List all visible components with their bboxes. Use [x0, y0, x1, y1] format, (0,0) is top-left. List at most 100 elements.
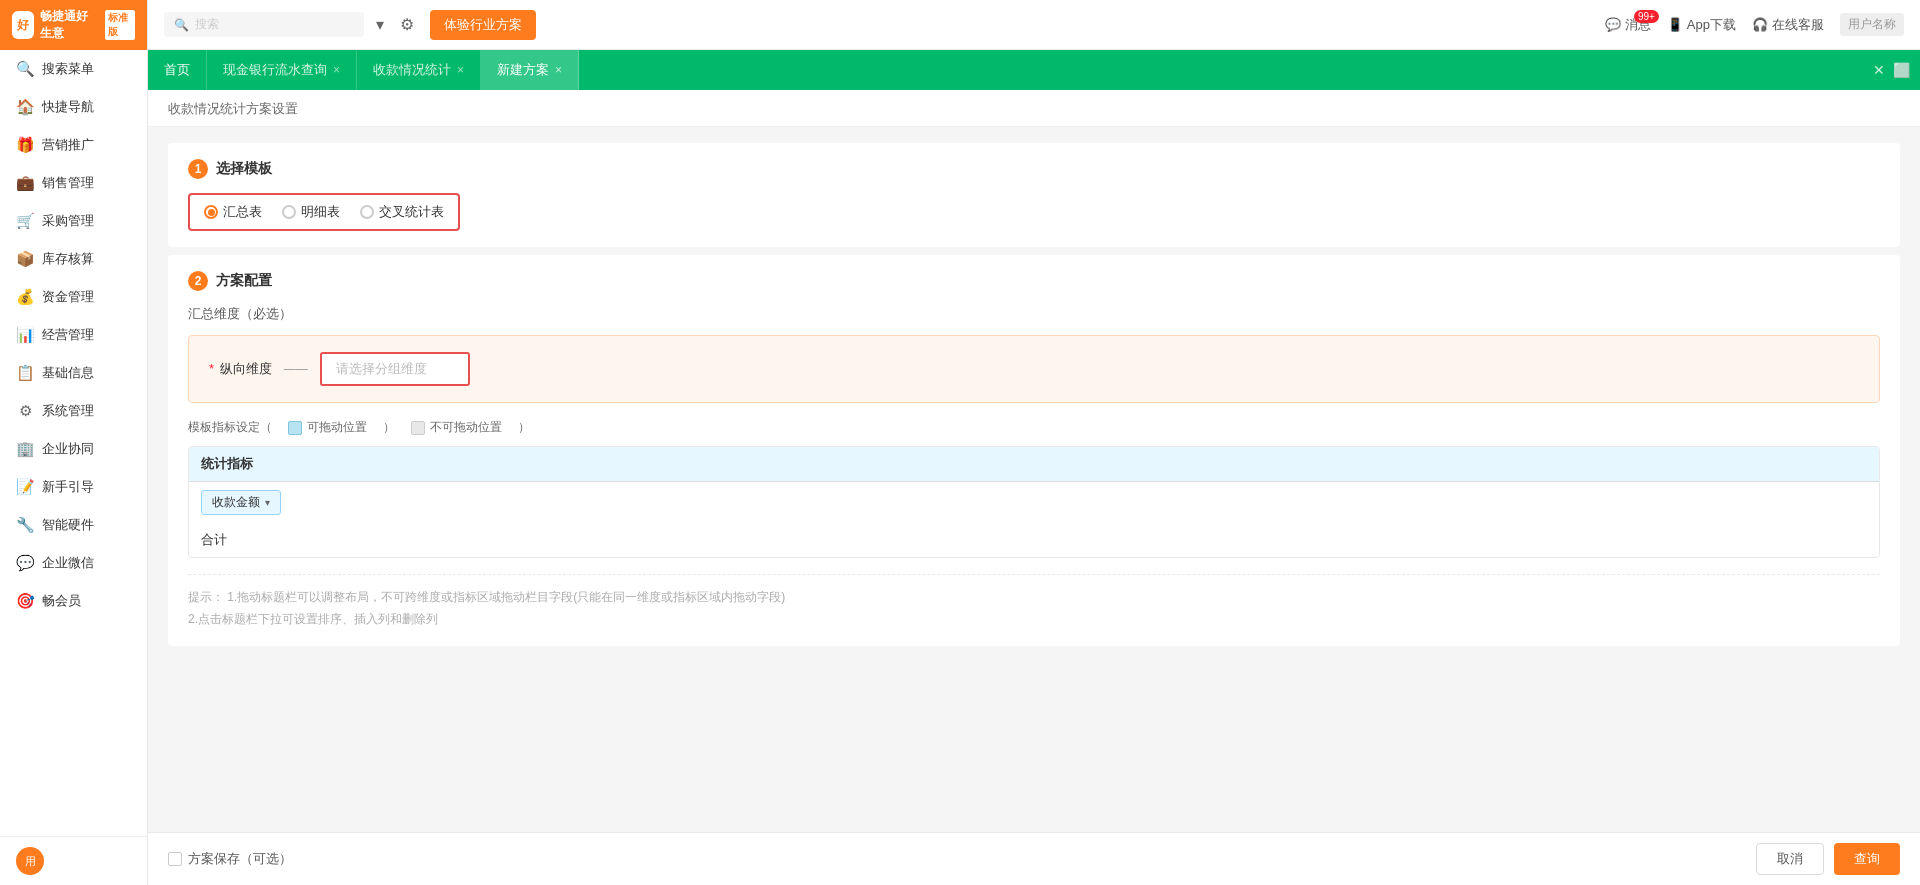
- sidebar-item-label: 库存核算: [42, 250, 94, 268]
- content-area: 收款情况统计方案设置 1 选择模板 汇总表 明细表: [148, 90, 1920, 885]
- sidebar-item-inventory[interactable]: 📦 库存核算: [0, 240, 147, 278]
- sidebar-item-finance[interactable]: 💰 资金管理: [0, 278, 147, 316]
- sidebar-item-member[interactable]: 🎯 畅会员: [0, 582, 147, 620]
- sidebar-item-marketing[interactable]: 🎁 营销推广: [0, 126, 147, 164]
- sidebar-item-wechat[interactable]: 💬 企业微信: [0, 544, 147, 582]
- legend-nodrag-label: 不可拖动位置: [430, 419, 502, 436]
- tab-home-label: 首页: [164, 61, 190, 79]
- search-placeholder: 搜索: [195, 16, 219, 33]
- legend-draggable: 可拖动位置: [288, 419, 367, 436]
- sidebar-item-label: 销售管理: [42, 174, 94, 192]
- query-button[interactable]: 查询: [1834, 843, 1900, 875]
- template-radio-group: 汇总表 明细表 交叉统计表: [188, 193, 460, 231]
- radio-detail-label: 明细表: [301, 203, 340, 221]
- logo-icon: 好: [12, 11, 34, 39]
- tab-right-controls: ✕ ⬜: [1863, 50, 1920, 90]
- sidebar-item-collab[interactable]: 🏢 企业协同: [0, 430, 147, 468]
- save-label: 方案保存（可选）: [188, 850, 292, 868]
- sidebar-item-hardware[interactable]: 🔧 智能硬件: [0, 506, 147, 544]
- main-area: 🔍 搜索 ▾ ⚙ 体验行业方案 💬 消息 99+ 📱 App下载 🎧 在线客服 …: [148, 0, 1920, 885]
- tips-line-1: 提示： 1.拖动标题栏可以调整布局，不可跨维度或指标区域拖动栏目字段(只能在同一…: [188, 587, 1880, 609]
- online-service-button[interactable]: 🎧 在线客服: [1752, 16, 1824, 34]
- sidebar-item-basic[interactable]: 📋 基础信息: [0, 354, 147, 392]
- sidebar-item-guide[interactable]: 📝 新手引导: [0, 468, 147, 506]
- tab-collection-label: 收款情况统计: [373, 61, 451, 79]
- step1-header: 1 选择模板: [188, 159, 1880, 179]
- radio-summary[interactable]: 汇总表: [204, 203, 262, 221]
- service-label: 在线客服: [1772, 16, 1824, 34]
- indicator-header: 统计指标: [189, 447, 1879, 482]
- step1-num: 1: [188, 159, 208, 179]
- breadcrumb: 收款情况统计方案设置: [168, 100, 1900, 126]
- legend-separator: ）: [383, 419, 395, 436]
- indicator-tag-amount[interactable]: 收款金额 ▾: [201, 490, 281, 515]
- legend-nodrag: 不可拖动位置: [411, 419, 502, 436]
- sidebar-item-system[interactable]: ⚙ 系统管理: [0, 392, 147, 430]
- sidebar-item-label: 资金管理: [42, 288, 94, 306]
- dimension-select[interactable]: 请选择分组维度: [320, 352, 470, 386]
- topbar-dropdown-button[interactable]: ▾: [376, 15, 384, 34]
- tab-collection[interactable]: 收款情况统计 ×: [357, 50, 481, 90]
- tab-close-window-button[interactable]: ✕: [1873, 62, 1885, 78]
- logo-text: 畅捷通好生意: [40, 8, 97, 42]
- tab-home[interactable]: 首页: [148, 50, 207, 90]
- tips-line-2: 2.点击标题栏下拉可设置排序、插入列和删除列: [188, 609, 1880, 631]
- sidebar-item-search[interactable]: 🔍 搜索菜单: [0, 50, 147, 88]
- radio-detail[interactable]: 明细表: [282, 203, 340, 221]
- sidebar-item-label: 智能硬件: [42, 516, 94, 534]
- home-icon: 🏠: [16, 98, 34, 116]
- sidebar-item-sales[interactable]: 💼 销售管理: [0, 164, 147, 202]
- sidebar-item-label: 快捷导航: [42, 98, 94, 116]
- indicator-cell-1: 收款金额 ▾: [189, 482, 293, 523]
- tab-collection-close[interactable]: ×: [457, 63, 464, 77]
- tab-cash-bank-label: 现金银行流水查询: [223, 61, 327, 79]
- tool-icon: 🔧: [16, 516, 34, 534]
- step2-section: 2 方案配置 汇总维度（必选） * 纵向维度 —— 请选择分组维度: [168, 255, 1900, 646]
- tabbar: 首页 现金银行流水查询 × 收款情况统计 × 新建方案 × ✕ ⬜: [148, 50, 1920, 90]
- dimension-area: * 纵向维度 —— 请选择分组维度: [188, 335, 1880, 403]
- sidebar-item-nav[interactable]: 🏠 快捷导航: [0, 88, 147, 126]
- footer-save-option: 方案保存（可选）: [168, 850, 292, 868]
- step2-header: 2 方案配置: [188, 271, 1880, 291]
- sidebar-item-purchase[interactable]: 🛒 采购管理: [0, 202, 147, 240]
- nodrag-icon: [411, 421, 425, 435]
- sidebar-item-label: 新手引导: [42, 478, 94, 496]
- user-info: 用户名称: [1840, 13, 1904, 36]
- sidebar-item-label: 经营管理: [42, 326, 94, 344]
- radio-crosstab[interactable]: 交叉统计表: [360, 203, 444, 221]
- cancel-button[interactable]: 取消: [1756, 843, 1824, 875]
- topbar-search-box[interactable]: 🔍 搜索: [164, 12, 364, 37]
- legend-drag-label: 可拖动位置: [307, 419, 367, 436]
- indicator-table: 统计指标 收款金额 ▾ 合计: [188, 446, 1880, 558]
- radio-summary-label: 汇总表: [223, 203, 262, 221]
- tab-new-plan[interactable]: 新建方案 ×: [481, 50, 579, 90]
- step1-section: 1 选择模板 汇总表 明细表 交叉统计表: [168, 143, 1900, 247]
- tab-maximize-button[interactable]: ⬜: [1893, 62, 1910, 78]
- indicator-header-cell: 统计指标: [189, 447, 265, 481]
- tab-cash-bank-close[interactable]: ×: [333, 63, 340, 77]
- sidebar-item-label: 采购管理: [42, 212, 94, 230]
- clipboard-icon: 📋: [16, 364, 34, 382]
- settings-icon[interactable]: ⚙: [400, 15, 414, 34]
- tab-new-plan-close[interactable]: ×: [555, 63, 562, 77]
- save-checkbox[interactable]: [168, 852, 182, 866]
- indicator-data-row-1: 收款金额 ▾: [189, 482, 1879, 523]
- service-icon: 🎧: [1752, 17, 1768, 32]
- sidebar-item-operations[interactable]: 📊 经营管理: [0, 316, 147, 354]
- tab-cash-bank[interactable]: 现金银行流水查询 ×: [207, 50, 357, 90]
- notification-button[interactable]: 💬 消息 99+: [1605, 16, 1651, 34]
- gift-icon: 🎁: [16, 136, 34, 154]
- avatar: 用: [16, 847, 44, 875]
- topbar: 🔍 搜索 ▾ ⚙ 体验行业方案 💬 消息 99+ 📱 App下载 🎧 在线客服 …: [148, 0, 1920, 50]
- notif-badge: 99+: [1634, 10, 1659, 23]
- footer-bar: 方案保存（可选） 取消 查询: [148, 832, 1920, 885]
- dimension-row: * 纵向维度 —— 请选择分组维度: [209, 352, 1859, 386]
- indicator-data-row-2: 合计: [189, 523, 1879, 557]
- download-label: App下载: [1687, 16, 1736, 34]
- sidebar-item-label: 基础信息: [42, 364, 94, 382]
- indicator-settings-label: 模板指标设定（: [188, 419, 272, 436]
- app-download-button[interactable]: 📱 App下载: [1667, 16, 1736, 34]
- trial-button[interactable]: 体验行业方案: [430, 10, 536, 40]
- drag-icon: [288, 421, 302, 435]
- footer-buttons: 取消 查询: [1756, 843, 1900, 875]
